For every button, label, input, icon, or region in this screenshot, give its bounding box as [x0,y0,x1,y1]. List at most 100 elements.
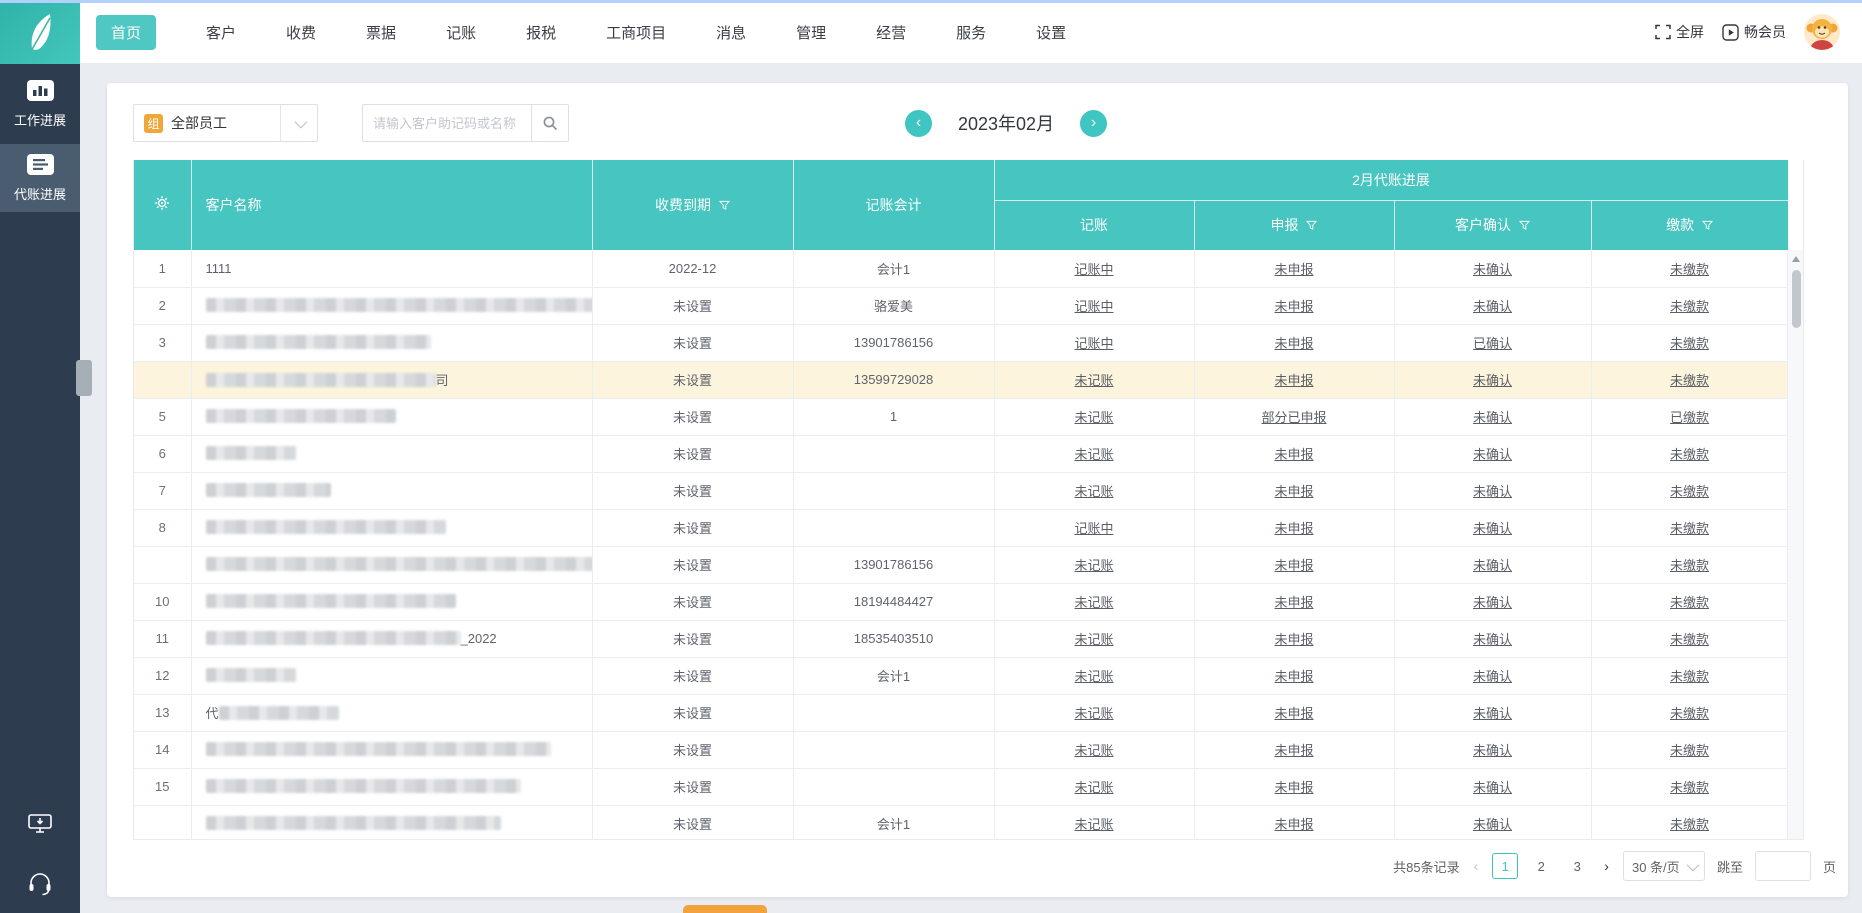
next-month-button[interactable]: › [1080,109,1108,137]
page-size-select[interactable]: 30 条/页 [1622,851,1705,881]
col-header-fee-due[interactable]: 收费到期 [591,160,794,251]
table-row[interactable]: 2 未设置 骆爱美 记账中 未申报 未确认 未缴款 [134,286,1789,325]
bookkeeping-status-link[interactable]: 未记账 [1074,743,1113,758]
declare-status-link[interactable]: 未申报 [1274,780,1313,795]
nav-item-invoices[interactable]: 票据 [366,22,396,43]
confirm-status-link[interactable]: 未确认 [1473,595,1512,610]
nav-item-operations[interactable]: 经营 [876,22,906,43]
table-row[interactable]: 11 _2022 未设置 18535403510 未记账 未申报 未确认 未缴款 [134,619,1789,658]
confirm-status-link[interactable]: 未确认 [1473,632,1512,647]
declare-status-link[interactable]: 未申报 [1274,743,1313,758]
bookkeeping-status-link[interactable]: 记账中 [1074,262,1113,277]
table-row[interactable]: 12 未设置 会计1 未记账 未申报 未确认 未缴款 [134,656,1789,695]
nav-item-billing[interactable]: 收费 [286,22,316,43]
declare-status-link[interactable]: 未申报 [1274,558,1313,573]
sidebar-item-work-progress[interactable]: 工作进展 [0,70,80,138]
confirm-status-link[interactable]: 未确认 [1473,521,1512,536]
table-row[interactable]: 司 未设置 13599729028 未记账 未申报 未确认 未缴款 [134,360,1789,399]
nav-item-admin[interactable]: 管理 [796,22,826,43]
col-header-confirm[interactable]: 客户确认 [1393,199,1592,251]
bookkeeping-status-link[interactable]: 未记账 [1074,817,1113,832]
payment-status-link[interactable]: 未缴款 [1670,632,1709,647]
declare-status-link[interactable]: 未申报 [1274,373,1313,388]
table-row[interactable]: 15 未设置 未记账 未申报 未确认 未缴款 [134,767,1789,806]
nav-item-business-projects[interactable]: 工商项目 [606,22,666,43]
table-row[interactable]: 13 代 未设置 未记账 未申报 未确认 未缴款 [134,693,1789,732]
payment-status-link[interactable]: 未缴款 [1670,706,1709,721]
bookkeeping-status-link[interactable]: 记账中 [1074,336,1113,351]
bookkeeping-status-link[interactable]: 未记账 [1074,780,1113,795]
sidebar-collapse-handle[interactable] [76,360,92,396]
declare-status-link[interactable]: 未申报 [1274,521,1313,536]
confirm-status-link[interactable]: 未确认 [1473,484,1512,499]
payment-status-link[interactable]: 未缴款 [1670,558,1709,573]
confirm-status-link[interactable]: 未确认 [1473,780,1512,795]
bookkeeping-status-link[interactable]: 未记账 [1074,706,1113,721]
chat-widget-edge[interactable] [683,905,767,913]
next-page-button[interactable]: › [1602,858,1611,874]
declare-status-link[interactable]: 未申报 [1274,595,1313,610]
bookkeeping-status-link[interactable]: 未记账 [1074,410,1113,425]
sidebar-item-agency-progress[interactable]: 代账进展 [0,144,80,212]
page-button-1[interactable]: 1 [1492,853,1519,879]
table-row[interactable]: 未设置 会计1 未记账 未申报 未确认 未缴款 [134,804,1789,839]
prev-page-button[interactable]: ‹ [1472,858,1481,874]
column-settings-button[interactable] [134,160,192,251]
bookkeeping-status-link[interactable]: 记账中 [1074,521,1113,536]
declare-status-link[interactable]: 未申报 [1274,706,1313,721]
member-button[interactable]: 畅会员 [1722,22,1786,42]
declare-status-link[interactable]: 未申报 [1274,262,1313,277]
confirm-status-link[interactable]: 未确认 [1473,743,1512,758]
staff-filter-select[interactable]: 组 全部员工 [133,104,318,142]
table-row[interactable]: 7 未设置 未记账 未申报 未确认 未缴款 [134,471,1789,510]
confirm-status-link[interactable]: 未确认 [1473,817,1512,832]
declare-status-link[interactable]: 未申报 [1274,299,1313,314]
payment-status-link[interactable]: 已缴款 [1670,410,1709,425]
avatar[interactable] [1804,14,1840,50]
col-header-payment[interactable]: 缴款 [1590,199,1789,251]
confirm-status-link[interactable]: 未确认 [1473,373,1512,388]
table-row[interactable]: 085...未设置13901786156 未记账 未申报 未确认 未缴款 [134,545,1789,584]
declare-status-link[interactable]: 未申报 [1274,632,1313,647]
table-row[interactable]: 3 未设置 13901786156 记账中 未申报 已确认 未缴款 [134,323,1789,362]
payment-status-link[interactable]: 未缴款 [1670,743,1709,758]
bookkeeping-status-link[interactable]: 未记账 [1074,595,1113,610]
confirm-status-link[interactable]: 未确认 [1473,447,1512,462]
nav-item-home[interactable]: 首页 [96,14,157,50]
nav-item-messages[interactable]: 消息 [716,22,746,43]
bookkeeping-status-link[interactable]: 记账中 [1074,299,1113,314]
payment-status-link[interactable]: 未缴款 [1670,447,1709,462]
page-button-3[interactable]: 3 [1564,853,1590,879]
support-button[interactable] [0,872,80,896]
table-row[interactable]: 6 未设置 未记账 未申报 未确认 未缴款 [134,434,1789,473]
table-row[interactable]: 1 1111 2022-12 会计1 记账中 未申报 未确认 未缴款 [134,249,1789,288]
declare-status-link[interactable]: 未申报 [1274,669,1313,684]
confirm-status-link[interactable]: 未确认 [1473,669,1512,684]
search-input[interactable] [362,104,531,142]
table-vertical-scrollbar[interactable] [1787,250,1803,839]
table-row[interactable]: 8 未设置 记账中 未申报 未确认 未缴款 [134,508,1789,547]
declare-status-link[interactable]: 部分已申报 [1261,410,1326,425]
declare-status-link[interactable]: 未申报 [1274,447,1313,462]
nav-item-services[interactable]: 服务 [956,22,986,43]
confirm-status-link[interactable]: 未确认 [1473,410,1512,425]
prev-month-button[interactable]: ‹ [905,109,932,137]
table-row[interactable]: 5 未设置 1 未记账 部分已申报 未确认 已缴款 [134,397,1789,436]
bookkeeping-status-link[interactable]: 未记账 [1074,669,1113,684]
bookkeeping-status-link[interactable]: 未记账 [1074,447,1113,462]
confirm-status-link[interactable]: 未确认 [1473,558,1512,573]
payment-status-link[interactable]: 未缴款 [1670,817,1709,832]
confirm-status-link[interactable]: 未确认 [1473,262,1512,277]
payment-status-link[interactable]: 未缴款 [1670,780,1709,795]
declare-status-link[interactable]: 未申报 [1274,484,1313,499]
payment-status-link[interactable]: 未缴款 [1670,484,1709,499]
payment-status-link[interactable]: 未缴款 [1670,373,1709,388]
confirm-status-link[interactable]: 未确认 [1473,706,1512,721]
nav-item-tax[interactable]: 报税 [526,22,556,43]
table-row[interactable]: 10 未设置 18194484427 未记账 未申报 未确认 未缴款 [134,582,1789,621]
payment-status-link[interactable]: 未缴款 [1670,595,1709,610]
scroll-up-arrow[interactable] [1792,256,1800,262]
fullscreen-button[interactable]: 全屏 [1655,22,1704,42]
payment-status-link[interactable]: 未缴款 [1670,262,1709,277]
bookkeeping-status-link[interactable]: 未记账 [1074,484,1113,499]
